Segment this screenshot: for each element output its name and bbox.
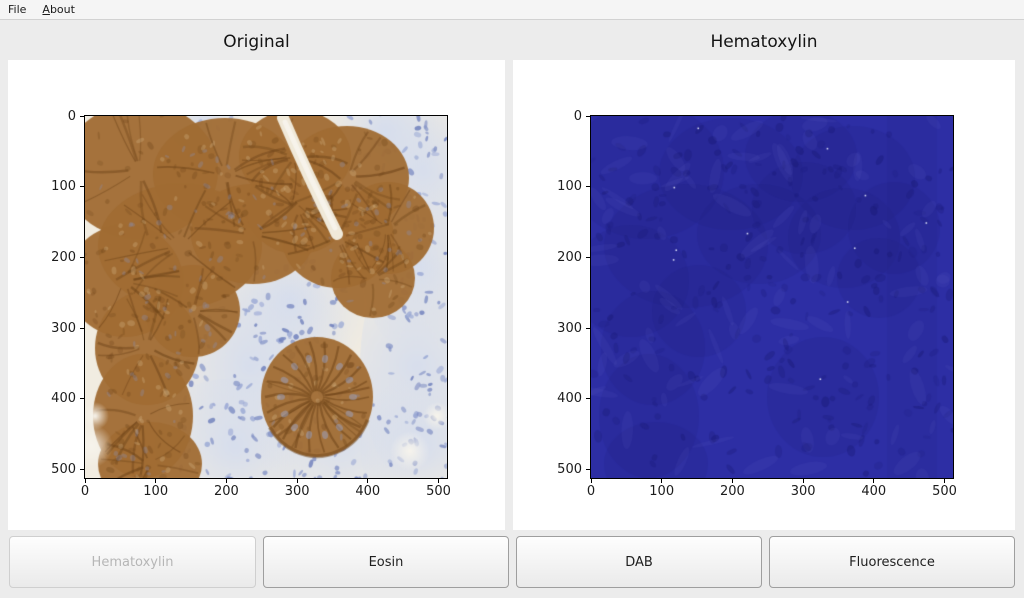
x-tick-mark [731,479,733,483]
y-tick-label: 200 [51,249,76,265]
x-tick-label: 300 [284,484,310,499]
y-tick-label: 0 [67,108,76,124]
y-tick-label: 400 [557,391,582,407]
menu-item-file[interactable]: File [0,1,34,18]
x-tick-mark [590,479,592,483]
hematoxylin-image-canvas [591,116,953,478]
x-tick-mark [438,479,440,483]
x-tick-mark [873,479,875,483]
x-tick-label: 400 [861,484,887,499]
x-tick-label: 0 [586,484,596,499]
x-tick-mark [944,479,946,483]
x-tick-label: 300 [790,484,816,499]
y-tick-mark [80,398,84,400]
y-tick-label: 100 [557,179,582,195]
menu-item-about-label: bout [49,3,75,16]
x-tick-mark [367,479,369,483]
y-tick-mark [80,186,84,188]
dab-button[interactable]: DAB [516,536,762,588]
y-tick-mark [586,469,590,471]
y-tick-mark [586,115,590,117]
menu-bar: File About [0,0,1024,20]
y-tick-label: 400 [51,391,76,407]
x-tick-label: 500 [426,484,451,499]
x-tick-mark [661,479,663,483]
y-tick-mark [80,469,84,471]
y-tick-mark [586,398,590,400]
eosin-button[interactable]: Eosin [263,536,509,588]
x-tick-label: 200 [719,484,745,499]
x-tick-label: 500 [932,484,957,499]
figure-title-original: Original [223,32,290,52]
hematoxylin-button: Hematoxylin [9,536,256,588]
menu-item-about[interactable]: About [34,1,83,18]
plot-original: 0 100 200 300 400 500 0 100 200 300 400 500 [51,109,451,500]
y-tick-mark [80,256,84,258]
y-tick-mark [80,115,84,117]
y-tick-label: 0 [573,108,582,124]
y-tick-mark [80,327,84,329]
y-tick-mark [586,327,590,329]
x-tick-mark [84,479,86,483]
x-tick-label: 100 [649,484,675,499]
x-tick-mark [225,479,227,483]
x-tick-label: 400 [355,484,381,499]
menu-item-file-label: File [8,3,27,16]
original-image-canvas [85,116,447,478]
y-tick-label: 200 [557,249,582,265]
y-tick-label: 300 [557,320,582,336]
fluorescence-button[interactable]: Fluorescence [769,536,1015,588]
y-tick-label: 100 [51,179,76,195]
x-tick-label: 200 [213,484,239,499]
plot-hematoxylin: 0 100 200 300 400 500 0 100 200 300 400 500 [557,109,957,500]
y-tick-label: 500 [557,462,582,478]
x-tick-mark [802,479,804,483]
x-tick-label: 100 [143,484,169,499]
y-tick-label: 300 [51,320,76,336]
x-tick-mark [155,479,157,483]
x-tick-mark [296,479,298,483]
y-tick-label: 500 [51,462,76,478]
y-tick-mark [586,256,590,258]
y-tick-mark [586,186,590,188]
x-tick-label: 0 [80,484,90,499]
figure-title-hematoxylin: Hematoxylin [710,32,818,52]
menu-item-about-accel: A [42,3,50,16]
